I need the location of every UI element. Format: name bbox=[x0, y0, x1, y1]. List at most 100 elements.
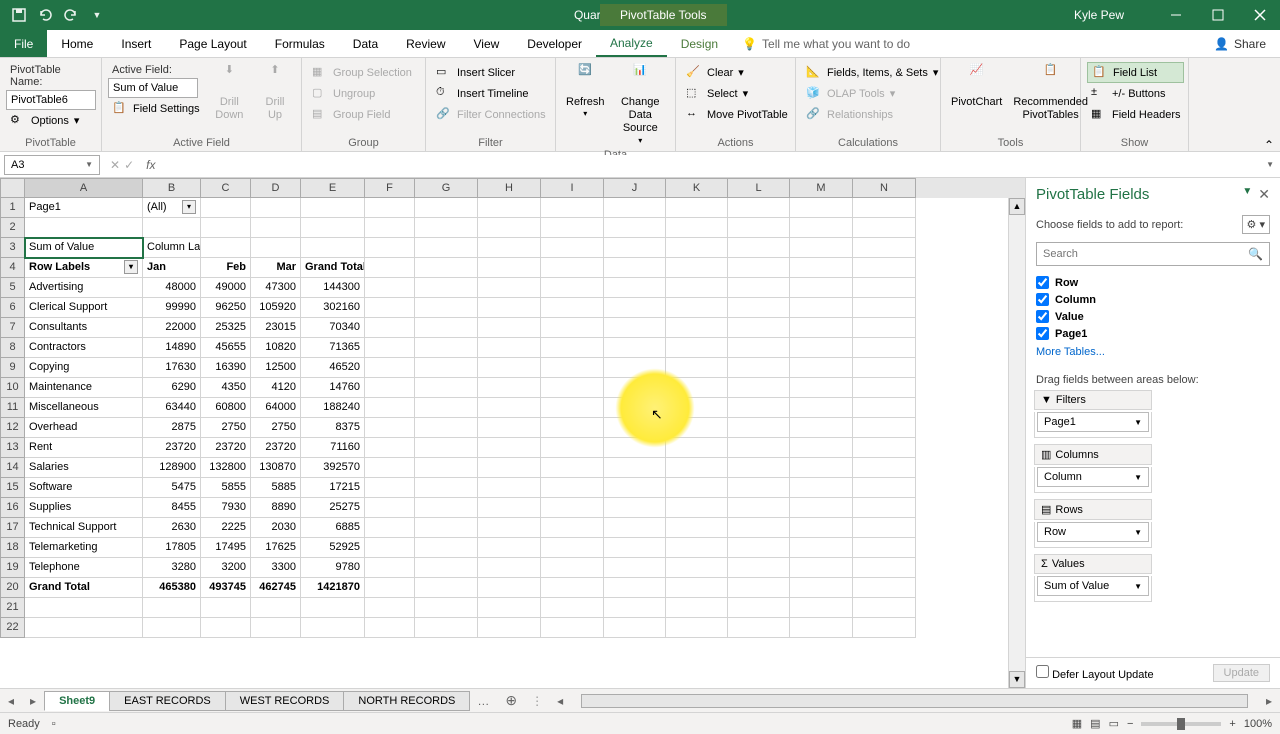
cell[interactable] bbox=[541, 218, 604, 238]
cell[interactable] bbox=[666, 538, 728, 558]
column-header-K[interactable]: K bbox=[666, 178, 728, 198]
cell[interactable] bbox=[365, 398, 415, 418]
cell[interactable] bbox=[365, 278, 415, 298]
hscroll-left[interactable]: ◂ bbox=[549, 694, 571, 708]
cell[interactable] bbox=[201, 598, 251, 618]
row-header-2[interactable]: 2 bbox=[0, 218, 25, 238]
pivot-value[interactable]: 99990 bbox=[143, 298, 201, 318]
cell[interactable] bbox=[790, 538, 853, 558]
pivot-value[interactable]: 3300 bbox=[251, 558, 301, 578]
column-header-D[interactable]: D bbox=[251, 178, 301, 198]
cell[interactable] bbox=[415, 558, 478, 578]
horizontal-scrollbar[interactable] bbox=[581, 694, 1248, 708]
cell[interactable] bbox=[478, 538, 541, 558]
tab-developer[interactable]: Developer bbox=[513, 30, 596, 57]
cell[interactable] bbox=[604, 378, 666, 398]
cell[interactable] bbox=[365, 598, 415, 618]
cell[interactable] bbox=[790, 578, 853, 598]
row-header-12[interactable]: 12 bbox=[0, 418, 25, 438]
column-header-I[interactable]: I bbox=[541, 178, 604, 198]
cell[interactable] bbox=[604, 598, 666, 618]
cell[interactable] bbox=[728, 518, 790, 538]
cell[interactable] bbox=[201, 218, 251, 238]
cell[interactable] bbox=[604, 318, 666, 338]
pivot-value[interactable]: 17215 bbox=[301, 478, 365, 498]
cell[interactable] bbox=[478, 258, 541, 278]
pivot-value[interactable]: 5885 bbox=[251, 478, 301, 498]
cell[interactable] bbox=[301, 598, 365, 618]
cell[interactable] bbox=[478, 578, 541, 598]
pivot-value[interactable]: 128900 bbox=[143, 458, 201, 478]
cell[interactable] bbox=[365, 318, 415, 338]
cell[interactable] bbox=[604, 278, 666, 298]
cell[interactable] bbox=[604, 518, 666, 538]
cell[interactable] bbox=[666, 338, 728, 358]
column-header-L[interactable]: L bbox=[728, 178, 790, 198]
row-header-1[interactable]: 1 bbox=[0, 198, 25, 218]
cell[interactable] bbox=[415, 518, 478, 538]
sheet-more[interactable]: … bbox=[469, 694, 497, 708]
row-header-3[interactable]: 3 bbox=[0, 238, 25, 258]
pivot-row-label[interactable]: Technical Support bbox=[25, 518, 143, 538]
cell[interactable] bbox=[728, 558, 790, 578]
area-columns-item[interactable]: Column▼ bbox=[1037, 467, 1149, 487]
area-filters-item[interactable]: Page1▼ bbox=[1037, 412, 1149, 432]
cell[interactable] bbox=[853, 518, 916, 538]
cell[interactable] bbox=[365, 238, 415, 258]
cell[interactable] bbox=[365, 478, 415, 498]
cell[interactable] bbox=[365, 358, 415, 378]
cell[interactable] bbox=[728, 318, 790, 338]
pivot-row-label[interactable]: Miscellaneous bbox=[25, 398, 143, 418]
cell[interactable] bbox=[604, 338, 666, 358]
cell[interactable] bbox=[728, 238, 790, 258]
column-header-J[interactable]: J bbox=[604, 178, 666, 198]
cell[interactable] bbox=[415, 598, 478, 618]
cell[interactable] bbox=[790, 398, 853, 418]
area-rows-item[interactable]: Row▼ bbox=[1037, 522, 1149, 542]
pivot-value[interactable]: 4120 bbox=[251, 378, 301, 398]
cell[interactable] bbox=[728, 338, 790, 358]
namebox-dropdown-icon[interactable]: ▼ bbox=[85, 160, 93, 169]
cell[interactable] bbox=[666, 458, 728, 478]
pivot-value[interactable]: 5855 bbox=[201, 478, 251, 498]
sheet-tab-north-records[interactable]: NORTH RECORDS bbox=[343, 691, 470, 711]
column-header-H[interactable]: H bbox=[478, 178, 541, 198]
row-header-5[interactable]: 5 bbox=[0, 278, 25, 298]
cell[interactable] bbox=[790, 338, 853, 358]
column-header-C[interactable]: C bbox=[201, 178, 251, 198]
cell[interactable] bbox=[541, 338, 604, 358]
cell[interactable] bbox=[415, 318, 478, 338]
tab-home[interactable]: Home bbox=[47, 30, 107, 57]
row-header-19[interactable]: 19 bbox=[0, 558, 25, 578]
cell[interactable] bbox=[478, 478, 541, 498]
cell[interactable] bbox=[301, 198, 365, 218]
cell[interactable] bbox=[666, 358, 728, 378]
cell[interactable] bbox=[541, 238, 604, 258]
field-checkbox-row[interactable]: Row bbox=[1036, 274, 1270, 291]
cell[interactable] bbox=[853, 438, 916, 458]
cell[interactable] bbox=[415, 538, 478, 558]
cell[interactable] bbox=[853, 598, 916, 618]
row-header-8[interactable]: 8 bbox=[0, 338, 25, 358]
cell[interactable] bbox=[666, 478, 728, 498]
pivot-row-label[interactable]: Clerical Support bbox=[25, 298, 143, 318]
cell[interactable] bbox=[365, 258, 415, 278]
cell[interactable] bbox=[415, 358, 478, 378]
column-header-G[interactable]: G bbox=[415, 178, 478, 198]
cell[interactable] bbox=[415, 418, 478, 438]
cell[interactable] bbox=[478, 598, 541, 618]
cell[interactable] bbox=[728, 478, 790, 498]
taskpane-gear-icon[interactable]: ⚙ ▾ bbox=[1242, 215, 1270, 234]
pivot-row-label[interactable]: Rent bbox=[25, 438, 143, 458]
pivot-value[interactable]: 132800 bbox=[201, 458, 251, 478]
pivot-value[interactable]: 2030 bbox=[251, 518, 301, 538]
cell[interactable] bbox=[201, 198, 251, 218]
redo-icon[interactable] bbox=[62, 6, 80, 24]
pivot-row-label[interactable]: Telephone bbox=[25, 558, 143, 578]
cell[interactable] bbox=[853, 538, 916, 558]
minimize-button[interactable] bbox=[1156, 0, 1196, 30]
cell[interactable] bbox=[541, 538, 604, 558]
field-checkbox-value[interactable]: Value bbox=[1036, 308, 1270, 325]
qat-dropdown-icon[interactable]: ▼ bbox=[88, 6, 106, 24]
cell[interactable] bbox=[853, 558, 916, 578]
